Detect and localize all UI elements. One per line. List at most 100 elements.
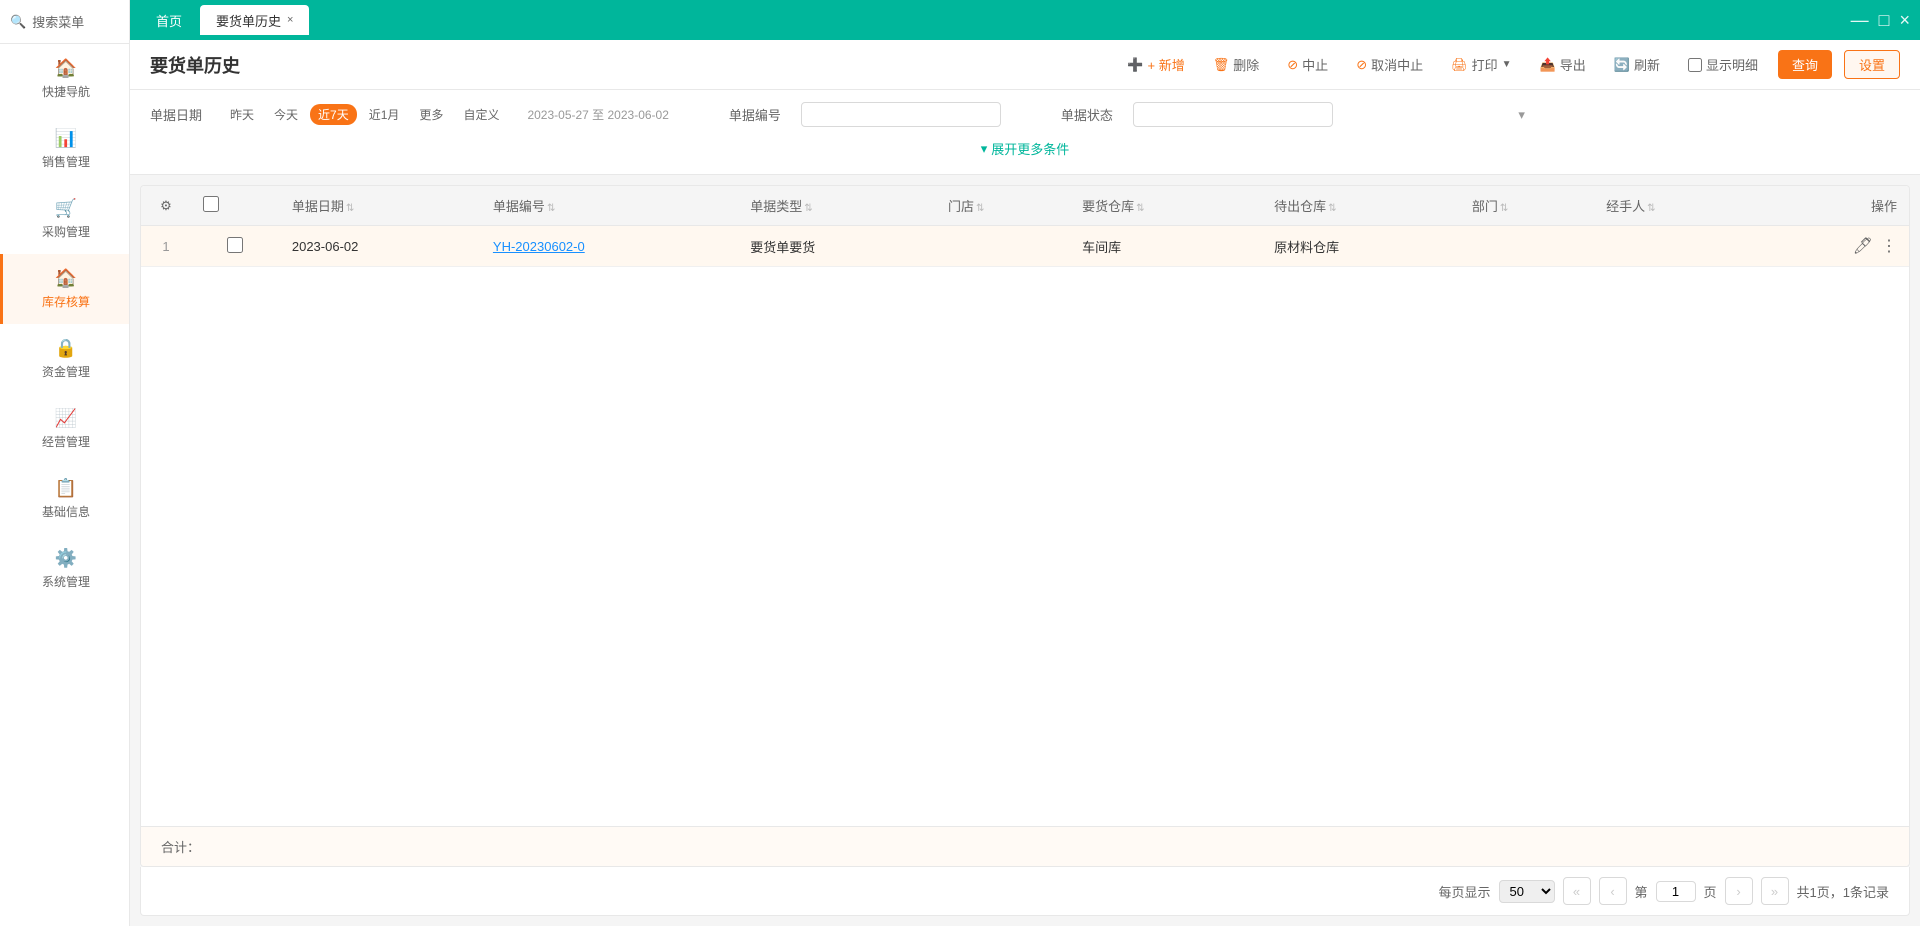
refresh-button[interactable]: 🔄 刷新: [1606, 51, 1668, 78]
table-area: ⚙ 单据日期⇅ 单据编号⇅ 单据类型⇅ 门店⇅ 要货仓库⇅ 待出仓库⇅ 部门⇅ …: [140, 185, 1910, 867]
requisition-table: ⚙ 单据日期⇅ 单据编号⇅ 单据类型⇅ 门店⇅ 要货仓库⇅ 待出仓库⇅ 部门⇅ …: [141, 186, 1909, 267]
page-label: 第: [1635, 882, 1648, 901]
sidebar-item-label: 采购管理: [42, 223, 90, 240]
show-detail-button[interactable]: 显示明细: [1680, 51, 1766, 78]
stop-label: 中止: [1302, 55, 1328, 74]
refresh-icon: 🔄: [1614, 57, 1630, 73]
select-all-checkbox[interactable]: [203, 196, 219, 212]
query-button[interactable]: 查询: [1778, 50, 1832, 79]
th-pending-warehouse[interactable]: 待出仓库⇅: [1262, 186, 1460, 226]
per-page-label: 每页显示: [1438, 882, 1490, 901]
row-more-button[interactable]: ⋮: [1881, 236, 1897, 256]
sidebar-item-inventory[interactable]: 🏠 库存核算: [0, 254, 129, 324]
th-type[interactable]: 单据类型⇅: [738, 186, 936, 226]
stop-button[interactable]: ⊘ 中止: [1279, 51, 1336, 78]
search-icon: 🔍: [10, 14, 26, 30]
plus-icon: ➕: [1127, 57, 1143, 73]
th-date[interactable]: 单据日期⇅: [280, 186, 481, 226]
filter-area: 单据日期 昨天 今天 近7天 近1月 更多 自定义 2023-05-27 至 2…: [130, 90, 1920, 175]
lock-icon: 🔒: [55, 338, 77, 359]
date-btn-7days[interactable]: 近7天: [310, 104, 357, 125]
print-button[interactable]: 🖨 打印 ▼: [1443, 51, 1519, 78]
row-type: 要货单要货: [738, 226, 936, 267]
chart-icon: 📊: [55, 128, 77, 149]
sidebar-item-basic-info[interactable]: 📋 基础信息: [0, 464, 129, 534]
row-edit-button[interactable]: 🖊: [1853, 236, 1873, 256]
maximize-button[interactable]: □: [1879, 10, 1890, 31]
th-handler[interactable]: 经手人⇅: [1594, 186, 1757, 226]
gear-icon: ⚙️: [55, 548, 77, 569]
th-action: 操作: [1757, 186, 1909, 226]
th-settings[interactable]: ⚙: [141, 186, 191, 226]
expand-more-label: 展开更多条件: [991, 139, 1069, 158]
sidebar-item-quick-nav[interactable]: 🏠 快捷导航: [0, 44, 129, 114]
next-page-button[interactable]: ›: [1725, 877, 1753, 905]
last-page-button[interactable]: »: [1761, 877, 1789, 905]
sort-dept-icon: ⇅: [1500, 203, 1508, 214]
row-checkbox: [191, 226, 280, 267]
sidebar-item-label: 快捷导航: [42, 83, 90, 100]
doc-no-filter-label: 单据编号: [729, 105, 781, 124]
row-actions: 🖊 ⋮: [1757, 226, 1909, 267]
th-store[interactable]: 门店⇅: [936, 186, 1070, 226]
new-button[interactable]: ➕ + 新增: [1119, 51, 1192, 78]
window-controls: — □ ×: [1851, 10, 1910, 31]
sidebar-search[interactable]: 🔍 搜索菜单: [0, 0, 129, 44]
date-btn-custom[interactable]: 自定义: [455, 104, 507, 125]
date-filter-label: 单据日期: [150, 105, 202, 124]
row-select-checkbox[interactable]: [227, 237, 243, 253]
first-page-button[interactable]: «: [1563, 877, 1591, 905]
stop-icon: ⊘: [1287, 57, 1298, 73]
row-department: [1460, 226, 1594, 267]
tab-home-label: 首页: [156, 11, 182, 30]
window-close-button[interactable]: ×: [1899, 10, 1910, 31]
sidebar-item-label: 经营管理: [42, 433, 90, 450]
sidebar-item-purchase[interactable]: 🛒 采购管理: [0, 184, 129, 254]
tab-home[interactable]: 首页: [140, 5, 198, 35]
sort-type-icon: ⇅: [804, 203, 812, 214]
show-detail-label: 显示明细: [1706, 55, 1758, 74]
expand-down-icon: ▾: [981, 141, 988, 157]
delete-button[interactable]: 🗑 删除: [1205, 51, 1268, 78]
th-req-warehouse[interactable]: 要货仓库⇅: [1070, 186, 1262, 226]
sidebar-item-finance[interactable]: 🔒 资金管理: [0, 324, 129, 394]
sidebar-item-operations[interactable]: 📈 经营管理: [0, 394, 129, 464]
cancel-stop-label: 取消中止: [1371, 55, 1423, 74]
date-btn-more[interactable]: 更多: [411, 104, 451, 125]
cancel-stop-button[interactable]: ⊘ 取消中止: [1348, 51, 1431, 78]
row-no: YH-20230602-0: [481, 226, 738, 267]
export-icon: 📤: [1540, 57, 1556, 73]
row-no-link[interactable]: YH-20230602-0: [493, 239, 585, 254]
minimize-button[interactable]: —: [1851, 10, 1869, 31]
sort-handler-icon: ⇅: [1647, 203, 1655, 214]
tab-requisition-history[interactable]: 要货单历史 ×: [200, 5, 309, 35]
table-scroll[interactable]: ⚙ 单据日期⇅ 单据编号⇅ 单据类型⇅ 门店⇅ 要货仓库⇅ 待出仓库⇅ 部门⇅ …: [141, 186, 1909, 826]
th-department[interactable]: 部门⇅: [1460, 186, 1594, 226]
sort-no-icon: ⇅: [547, 203, 555, 214]
cancel-stop-icon: ⊘: [1356, 57, 1367, 73]
total-records-label: 共1页，1条记录: [1797, 882, 1889, 901]
page-number-input[interactable]: [1656, 881, 1696, 902]
tab-active-label: 要货单历史: [216, 11, 281, 30]
settings-button[interactable]: 设置: [1844, 50, 1900, 79]
summary-row: 合计：: [141, 826, 1909, 866]
page-suffix: 页: [1704, 882, 1717, 901]
prev-page-button[interactable]: ‹: [1599, 877, 1627, 905]
row-handler: [1594, 226, 1757, 267]
expand-more-button[interactable]: ▾ 展开更多条件: [150, 135, 1900, 162]
row-store: [936, 226, 1070, 267]
date-btn-1month[interactable]: 近1月: [361, 104, 408, 125]
sidebar-item-label: 基础信息: [42, 503, 90, 520]
date-btn-today[interactable]: 今天: [266, 104, 306, 125]
show-detail-checkbox[interactable]: [1688, 58, 1702, 72]
sidebar-item-sales[interactable]: 📊 销售管理: [0, 114, 129, 184]
doc-no-input[interactable]: [801, 102, 1001, 127]
tab-close-icon[interactable]: ×: [287, 14, 293, 26]
row-req-warehouse: 车间库: [1070, 226, 1262, 267]
th-no[interactable]: 单据编号⇅: [481, 186, 738, 226]
date-btn-yesterday[interactable]: 昨天: [222, 104, 262, 125]
per-page-select[interactable]: 50 20 100: [1499, 880, 1555, 903]
export-button[interactable]: 📤 导出: [1532, 51, 1594, 78]
sidebar-item-system[interactable]: ⚙️ 系统管理: [0, 534, 129, 604]
status-select[interactable]: [1133, 102, 1333, 127]
